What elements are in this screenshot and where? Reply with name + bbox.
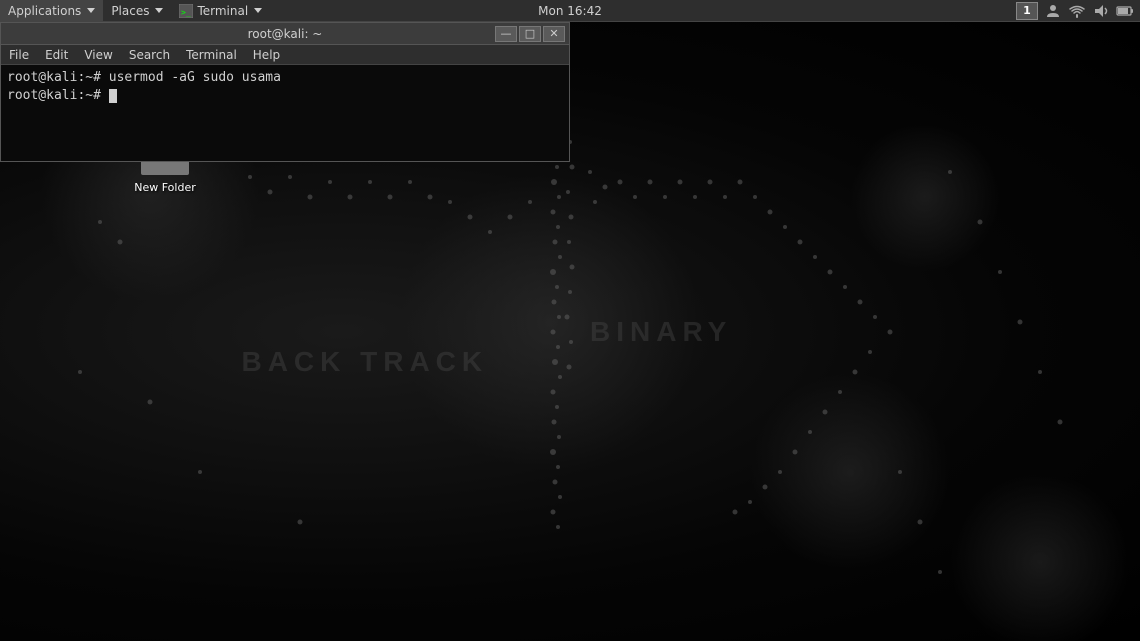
user-icon [1045,3,1061,19]
menu-edit[interactable]: Edit [37,45,76,65]
maximize-button[interactable]: □ [519,26,541,42]
topbar-right: 1 [1016,0,1140,22]
terminal-controls: — □ ✕ [495,26,565,42]
topbar-left: Applications Places >_ Terminal [0,0,270,22]
applications-arrow-icon [87,8,95,13]
folder-label: New Folder [134,181,195,194]
places-label: Places [111,4,149,18]
wallpaper-binary-text: BINARY [590,316,732,348]
orb-2 [400,172,700,472]
menu-file[interactable]: File [1,45,37,65]
system-topbar: Applications Places >_ Terminal Mon 16:4… [0,0,1140,22]
volume-tray-icon[interactable] [1090,0,1112,22]
terminal-label: Terminal [197,4,248,18]
wallpaper-backtrack-text: BACK TRACK [241,346,488,378]
terminal-menubar: File Edit View Search Terminal Help [1,45,569,65]
terminal-body[interactable]: root@kali:~# usermod -aG sudo usama root… [1,65,569,161]
terminal-titlebar: root@kali: ~ — □ ✕ [1,23,569,45]
orb-5 [850,122,1000,272]
minimize-button[interactable]: — [495,26,517,42]
svg-text:>_: >_ [181,8,191,17]
terminal-window: root@kali: ~ — □ ✕ File Edit View Search… [0,22,570,162]
orb-4 [950,472,1130,641]
volume-icon [1093,3,1109,19]
cursor [109,89,117,103]
workspace-indicator[interactable]: 1 [1016,2,1038,20]
wifi-tray-icon[interactable] [1066,0,1088,22]
applications-menu[interactable]: Applications [0,0,103,22]
terminal-line-1: root@kali:~# usermod -aG sudo usama [7,69,563,87]
menu-view[interactable]: View [76,45,120,65]
terminal-arrow-icon [254,8,262,13]
menu-help[interactable]: Help [245,45,288,65]
terminal-line-2: root@kali:~# [7,87,563,105]
clock: Mon 16:42 [538,4,602,18]
battery-tray-icon[interactable] [1114,0,1136,22]
places-menu[interactable]: Places [103,0,171,22]
wifi-icon [1069,3,1085,19]
applications-label: Applications [8,4,81,18]
terminal-title: root@kali: ~ [248,27,323,41]
orb-3 [750,372,950,572]
terminal-menu[interactable]: >_ Terminal [171,0,270,22]
terminal-icon: >_ [179,4,193,18]
battery-icon [1116,3,1134,19]
user-tray-icon[interactable] [1042,0,1064,22]
places-arrow-icon [155,8,163,13]
menu-terminal[interactable]: Terminal [178,45,245,65]
menu-search[interactable]: Search [121,45,178,65]
close-button[interactable]: ✕ [543,26,565,42]
